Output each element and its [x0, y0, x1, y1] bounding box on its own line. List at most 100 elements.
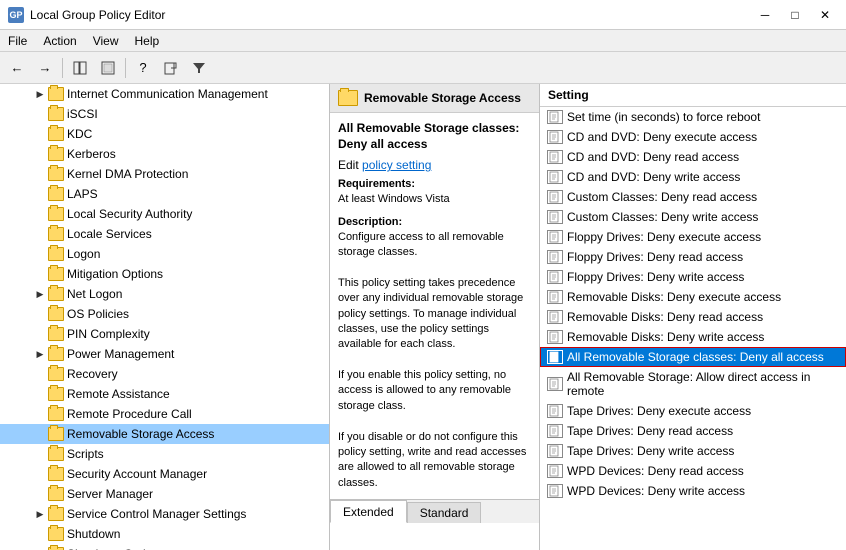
- tree-expander[interactable]: [32, 186, 48, 202]
- tree-expander[interactable]: [32, 246, 48, 262]
- settings-item-label: Tape Drives: Deny execute access: [567, 404, 751, 418]
- settings-item-tape-write[interactable]: Tape Drives: Deny write access: [540, 441, 846, 461]
- tree-expander[interactable]: ▶: [32, 86, 48, 102]
- tree-item-pin-complexity[interactable]: PIN Complexity: [0, 324, 329, 344]
- settings-item-floppy-read[interactable]: Floppy Drives: Deny read access: [540, 247, 846, 267]
- tree-expander[interactable]: [32, 106, 48, 122]
- settings-item-cd-dvd-execute[interactable]: CD and DVD: Deny execute access: [540, 127, 846, 147]
- tree-expander[interactable]: [32, 326, 48, 342]
- tree-item-laps[interactable]: LAPS: [0, 184, 329, 204]
- tree-item-recovery[interactable]: Recovery: [0, 364, 329, 384]
- tree-expander[interactable]: [32, 546, 48, 550]
- tree-item-security-account-manager[interactable]: Security Account Manager: [0, 464, 329, 484]
- refresh-button[interactable]: [95, 56, 121, 80]
- toolbar-separator-1: [62, 58, 63, 78]
- tree-item-shutdown-options[interactable]: Shutdown Options: [0, 544, 329, 550]
- tree-item-remote-assistance[interactable]: Remote Assistance: [0, 384, 329, 404]
- tree-label: OS Policies: [67, 307, 129, 321]
- tree-expander[interactable]: ▶: [32, 286, 48, 302]
- tree-expander[interactable]: [32, 526, 48, 542]
- folder-icon: [48, 107, 64, 121]
- settings-item-removable-disks-read[interactable]: Removable Disks: Deny read access: [540, 307, 846, 327]
- maximize-button[interactable]: □: [782, 5, 808, 25]
- settings-item-cd-dvd-write[interactable]: CD and DVD: Deny write access: [540, 167, 846, 187]
- tree-item-kdc[interactable]: KDC: [0, 124, 329, 144]
- tree-expander[interactable]: [32, 446, 48, 462]
- settings-item-all-removable-deny[interactable]: All Removable Storage classes: Deny all …: [540, 347, 846, 367]
- tree-item-os-policies[interactable]: OS Policies: [0, 304, 329, 324]
- tree-item-net-logon[interactable]: ▶Net Logon: [0, 284, 329, 304]
- settings-item-cd-dvd-read[interactable]: CD and DVD: Deny read access: [540, 147, 846, 167]
- settings-item-icon: [547, 404, 563, 418]
- settings-item-icon: [547, 190, 563, 204]
- settings-panel[interactable]: Setting Set time (in seconds) to force r…: [540, 84, 846, 550]
- minimize-button[interactable]: ─: [752, 5, 778, 25]
- tree-item-power-management[interactable]: ▶Power Management: [0, 344, 329, 364]
- tree-expander[interactable]: [32, 166, 48, 182]
- settings-item-wpd-read[interactable]: WPD Devices: Deny read access: [540, 461, 846, 481]
- settings-item-removable-disks-write[interactable]: Removable Disks: Deny write access: [540, 327, 846, 347]
- help-button[interactable]: ?: [130, 56, 156, 80]
- settings-item-custom-write[interactable]: Custom Classes: Deny write access: [540, 207, 846, 227]
- tree-item-scripts[interactable]: Scripts: [0, 444, 329, 464]
- tree-item-iscsi[interactable]: iSCSI: [0, 104, 329, 124]
- tab-standard[interactable]: Standard: [407, 502, 482, 523]
- settings-item-all-removable-allow[interactable]: All Removable Storage: Allow direct acce…: [540, 367, 846, 401]
- settings-item-floppy-execute[interactable]: Floppy Drives: Deny execute access: [540, 227, 846, 247]
- tree-expander[interactable]: [32, 426, 48, 442]
- tree-item-kernel-dma[interactable]: Kernel DMA Protection: [0, 164, 329, 184]
- forward-button[interactable]: →: [32, 56, 58, 80]
- tree-item-kerberos[interactable]: Kerberos: [0, 144, 329, 164]
- tree-item-local-security[interactable]: Local Security Authority: [0, 204, 329, 224]
- tree-expander[interactable]: [32, 386, 48, 402]
- tree-expander[interactable]: [32, 146, 48, 162]
- tree-item-removable-storage[interactable]: Removable Storage Access: [0, 424, 329, 444]
- menu-view[interactable]: View: [85, 32, 127, 50]
- tree-expander[interactable]: [32, 226, 48, 242]
- tree-item-shutdown[interactable]: Shutdown: [0, 524, 329, 544]
- tree-item-server-manager[interactable]: Server Manager: [0, 484, 329, 504]
- folder-icon: [48, 247, 64, 261]
- show-hide-tree-button[interactable]: [67, 56, 93, 80]
- tree-expander[interactable]: [32, 466, 48, 482]
- settings-item-tape-read[interactable]: Tape Drives: Deny read access: [540, 421, 846, 441]
- tree-expander[interactable]: ▶: [32, 506, 48, 522]
- menu-file[interactable]: File: [0, 32, 35, 50]
- close-button[interactable]: ✕: [812, 5, 838, 25]
- settings-item-label: Tape Drives: Deny read access: [567, 424, 733, 438]
- tree-expander[interactable]: [32, 366, 48, 382]
- tree-expander[interactable]: [32, 306, 48, 322]
- export-button[interactable]: [158, 56, 184, 80]
- tree-expander[interactable]: [32, 126, 48, 142]
- tree-expander[interactable]: [32, 406, 48, 422]
- folder-icon: [48, 467, 64, 481]
- settings-item-icon: [547, 444, 563, 458]
- tree-item-locale-services[interactable]: Locale Services: [0, 224, 329, 244]
- settings-header: Setting: [540, 84, 846, 107]
- tree-expander[interactable]: [32, 486, 48, 502]
- tree-expander[interactable]: [32, 206, 48, 222]
- tab-extended[interactable]: Extended: [330, 500, 407, 523]
- tree-panel[interactable]: ▶Internet Communication ManagementiSCSIK…: [0, 84, 330, 550]
- back-button[interactable]: ←: [4, 56, 30, 80]
- menu-action[interactable]: Action: [35, 32, 84, 50]
- menu-help[interactable]: Help: [127, 32, 168, 50]
- settings-item-removable-disks-execute[interactable]: Removable Disks: Deny execute access: [540, 287, 846, 307]
- tree-item-service-control-manager[interactable]: ▶Service Control Manager Settings: [0, 504, 329, 524]
- settings-item-wpd-write[interactable]: WPD Devices: Deny write access: [540, 481, 846, 501]
- tree-item-remote-procedure-call[interactable]: Remote Procedure Call: [0, 404, 329, 424]
- filter-button[interactable]: [186, 56, 212, 80]
- tree-item-internet-comm[interactable]: ▶Internet Communication Management: [0, 84, 329, 104]
- settings-item-tape-execute[interactable]: Tape Drives: Deny execute access: [540, 401, 846, 421]
- tree-expander[interactable]: ▶: [32, 346, 48, 362]
- settings-item-set-time[interactable]: Set time (in seconds) to force reboot: [540, 107, 846, 127]
- tree-expander[interactable]: [32, 266, 48, 282]
- tree-item-logon[interactable]: Logon: [0, 244, 329, 264]
- settings-item-label: CD and DVD: Deny write access: [567, 170, 740, 184]
- tree-label: Logon: [67, 247, 100, 261]
- settings-item-custom-read[interactable]: Custom Classes: Deny read access: [540, 187, 846, 207]
- tree-item-mitigation-options[interactable]: Mitigation Options: [0, 264, 329, 284]
- settings-item-floppy-write[interactable]: Floppy Drives: Deny write access: [540, 267, 846, 287]
- detail-edit-link[interactable]: policy setting: [362, 158, 431, 172]
- tree-label: Remote Procedure Call: [67, 407, 192, 421]
